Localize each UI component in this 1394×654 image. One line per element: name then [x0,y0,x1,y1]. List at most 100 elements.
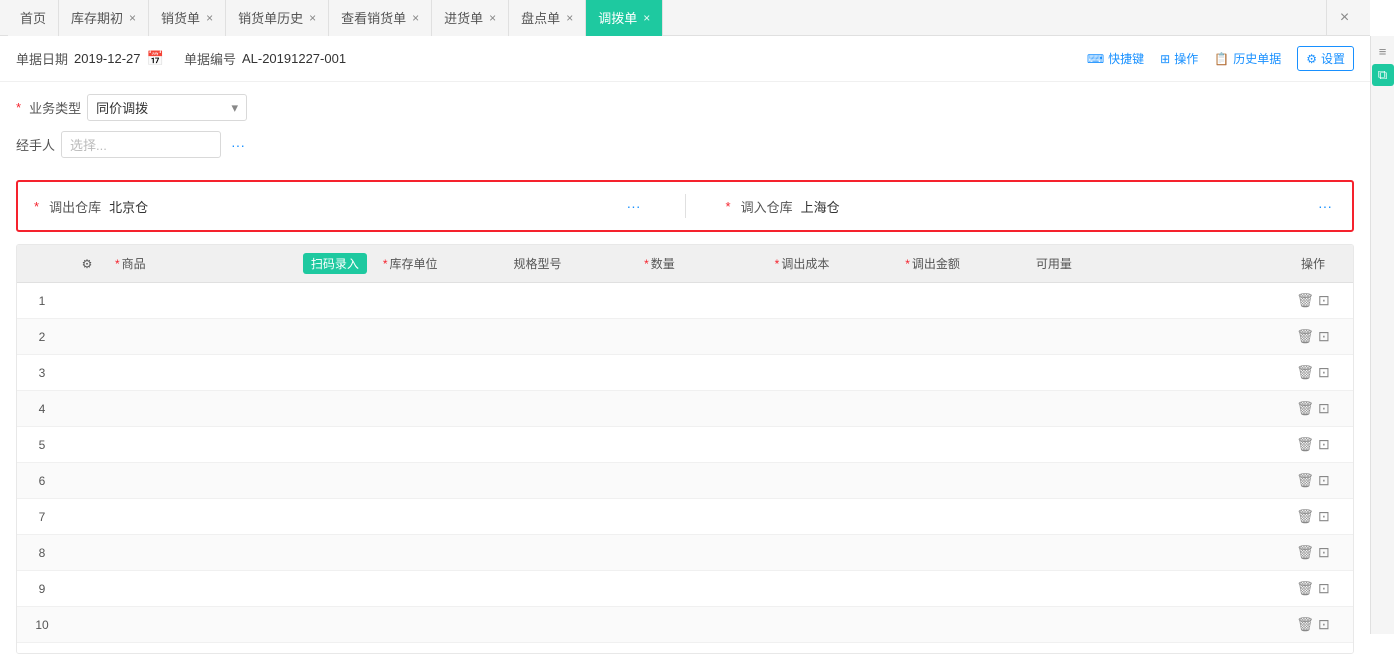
warehouse-in-more-button[interactable]: ··· [1314,198,1336,214]
scan-button[interactable]: 扫码录入 [303,253,367,274]
tab-close-icon[interactable]: × [206,11,213,25]
td-cost[interactable] [767,427,898,462]
td-cost[interactable] [767,391,898,426]
td-amount[interactable] [897,391,1028,426]
sidebar-expand-icon[interactable]: ⧉ [1372,64,1394,86]
tab-transfer[interactable]: 调拨单 × [586,0,663,36]
delete-icon[interactable]: 🗑 [1296,328,1314,345]
td-product[interactable] [107,571,295,606]
history-button[interactable]: 📋 历史单据 [1214,50,1281,67]
td-amount[interactable] [897,463,1028,498]
td-spec[interactable] [505,571,636,606]
delete-icon[interactable]: 🗑 [1296,292,1314,309]
delete-icon[interactable]: 🗑 [1296,400,1314,417]
tab-close-icon[interactable]: × [566,11,573,25]
td-qty[interactable] [636,607,767,642]
tab-sales-order[interactable]: 销货单 × [149,0,226,36]
td-qty[interactable] [636,391,767,426]
tab-purchase[interactable]: 进货单 × [432,0,509,36]
td-unit[interactable] [375,283,506,318]
tab-home[interactable]: 首页 [8,0,59,36]
handler-more-button[interactable]: ··· [227,137,249,153]
td-product[interactable] [107,355,295,390]
td-cost[interactable] [767,535,898,570]
copy-icon[interactable]: ⊡ [1318,436,1330,453]
tab-inventory[interactable]: 盘点单 × [509,0,586,36]
td-spec[interactable] [505,607,636,642]
td-product[interactable] [107,319,295,354]
td-cost[interactable] [767,643,898,653]
td-cost[interactable] [767,499,898,534]
td-unit[interactable] [375,427,506,462]
copy-icon[interactable]: ⊡ [1318,580,1330,597]
delete-icon[interactable]: 🗑 [1296,580,1314,597]
copy-icon[interactable]: ⊡ [1318,508,1330,525]
td-unit[interactable] [375,499,506,534]
td-unit[interactable] [375,535,506,570]
td-qty[interactable] [636,499,767,534]
td-spec[interactable] [505,391,636,426]
td-spec[interactable] [505,283,636,318]
td-amount[interactable] [897,355,1028,390]
td-product[interactable] [107,607,295,642]
td-amount[interactable] [897,283,1028,318]
td-qty[interactable] [636,355,767,390]
td-product[interactable] [107,427,295,462]
tab-close-icon[interactable]: × [412,11,419,25]
td-amount[interactable] [897,427,1028,462]
tab-stock-init[interactable]: 库存期初 × [59,0,149,36]
sidebar-list-icon[interactable]: ≡ [1372,40,1394,62]
warehouse-out-more-button[interactable]: ··· [623,198,645,214]
td-unit[interactable] [375,643,506,653]
td-amount[interactable] [897,607,1028,642]
copy-icon[interactable]: ⊡ [1318,472,1330,489]
td-amount[interactable] [897,319,1028,354]
tab-close-icon[interactable]: × [129,11,136,25]
td-qty[interactable] [636,535,767,570]
business-type-select[interactable]: 同价调拨 ▾ [87,94,247,121]
td-unit[interactable] [375,355,506,390]
td-amount[interactable] [897,571,1028,606]
shortcuts-button[interactable]: ⌨ 快捷键 [1087,50,1144,67]
copy-icon[interactable]: ⊡ [1318,652,1330,653]
td-cost[interactable] [767,355,898,390]
calendar-icon[interactable]: 📅 [147,50,164,67]
td-amount[interactable] [897,535,1028,570]
td-cost[interactable] [767,319,898,354]
delete-icon[interactable]: 🗑 [1296,508,1314,525]
settings-button[interactable]: ⚙ 设置 [1297,46,1354,71]
td-spec[interactable] [505,535,636,570]
td-spec[interactable] [505,463,636,498]
td-spec[interactable] [505,427,636,462]
td-qty[interactable] [636,463,767,498]
td-qty[interactable] [636,319,767,354]
td-product[interactable] [107,283,295,318]
handler-select[interactable]: 选择... [61,131,221,158]
td-amount[interactable] [897,499,1028,534]
copy-icon[interactable]: ⊡ [1318,292,1330,309]
td-qty[interactable] [636,571,767,606]
td-unit[interactable] [375,607,506,642]
copy-icon[interactable]: ⊡ [1318,616,1330,633]
td-qty[interactable] [636,283,767,318]
td-amount[interactable] [897,643,1028,653]
copy-icon[interactable]: ⊡ [1318,364,1330,381]
td-product[interactable] [107,643,295,653]
delete-icon[interactable]: 🗑 [1296,436,1314,453]
delete-icon[interactable]: 🗑 [1296,364,1314,381]
td-spec[interactable] [505,499,636,534]
td-product[interactable] [107,535,295,570]
delete-icon[interactable]: 🗑 [1296,616,1314,633]
window-close-button[interactable]: × [1326,0,1362,36]
td-unit[interactable] [375,571,506,606]
td-unit[interactable] [375,391,506,426]
td-cost[interactable] [767,607,898,642]
tab-close-icon[interactable]: × [643,11,650,25]
td-cost[interactable] [767,571,898,606]
delete-icon[interactable]: 🗑 [1296,652,1314,653]
tab-close-icon[interactable]: × [309,11,316,25]
td-unit[interactable] [375,463,506,498]
td-spec[interactable] [505,643,636,653]
delete-icon[interactable]: 🗑 [1296,472,1314,489]
td-product[interactable] [107,499,295,534]
